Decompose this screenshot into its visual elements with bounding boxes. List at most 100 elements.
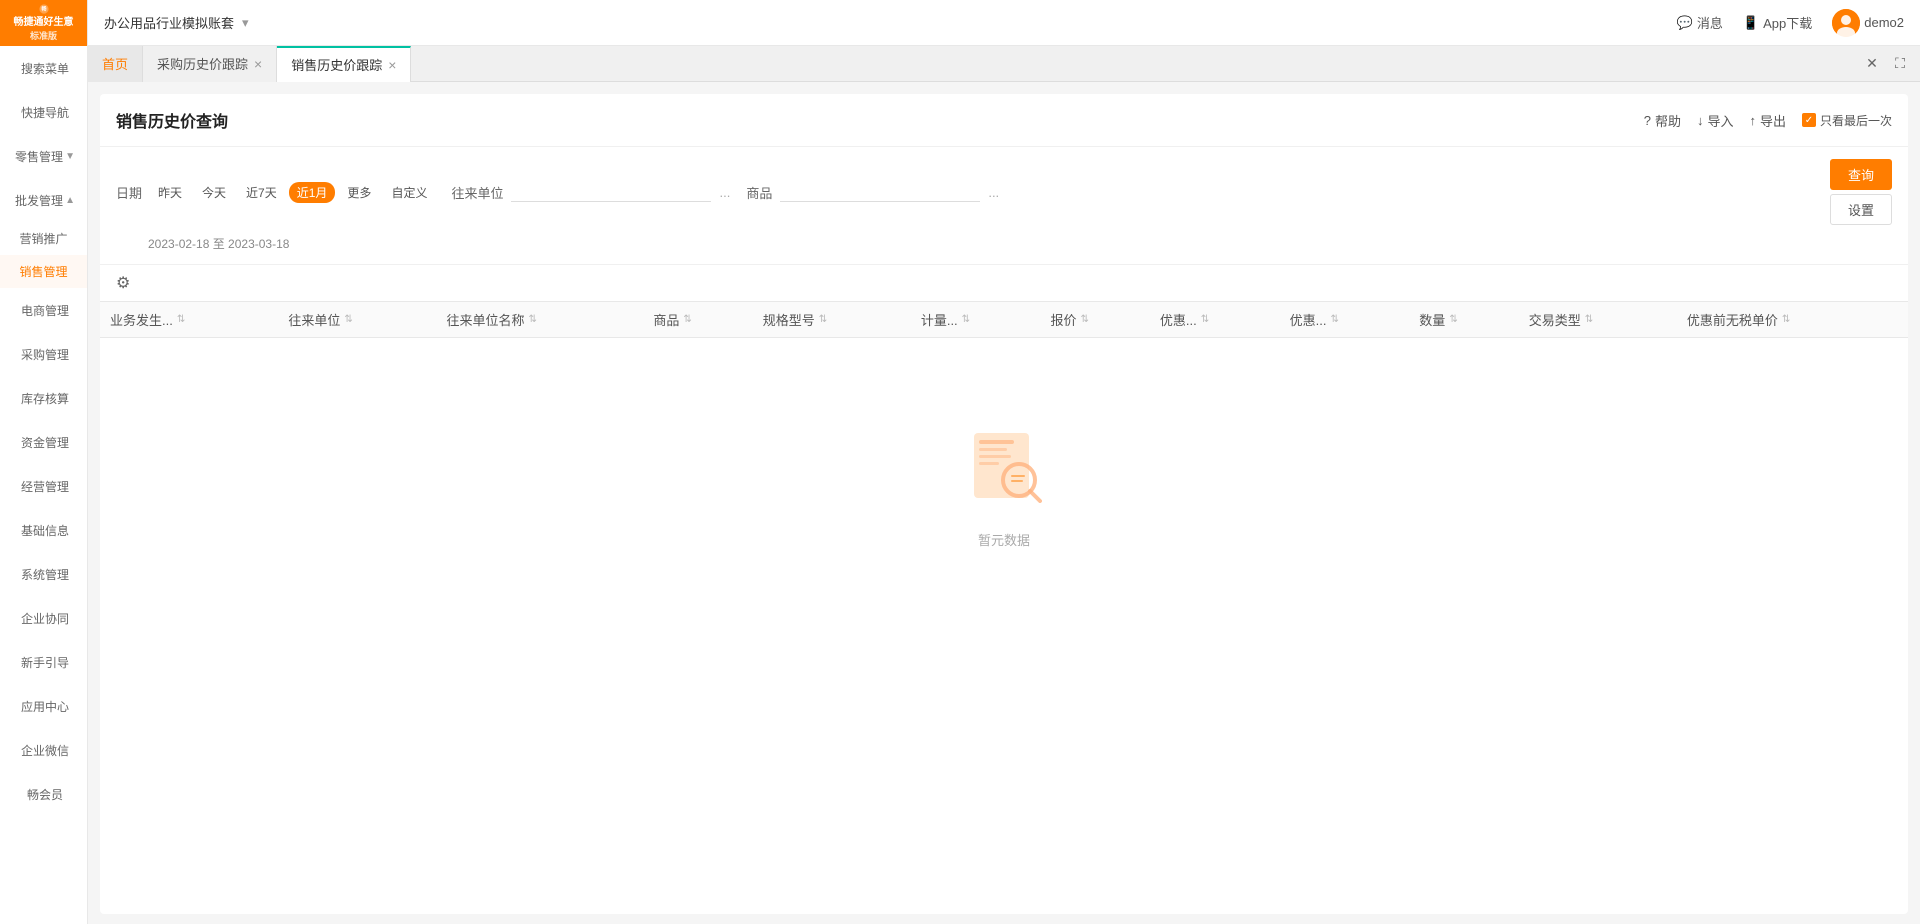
sidebar-item-app-center[interactable]: 应用中心 [0, 684, 87, 728]
sort-icon-discount2: ⇅ [1330, 314, 1338, 325]
avatar [1832, 9, 1860, 37]
app-download-action[interactable]: 📱 App下载 [1743, 13, 1812, 32]
app-name: 畅捷通好生意 [14, 16, 74, 29]
app-logo[interactable]: 畅 畅捷通好生意 标准版 [0, 0, 87, 46]
date-range-display: 2023-02-18 至 2023-03-18 [148, 235, 289, 252]
help-btn[interactable]: ? 帮助 [1644, 111, 1681, 130]
sort-icon-client: ⇅ [344, 314, 352, 325]
sidebar-item-newbie[interactable]: 新手引导 [0, 640, 87, 684]
checkbox-icon: ✓ [1802, 113, 1816, 127]
col-date[interactable]: 业务发生... ⇅ [100, 302, 278, 338]
client-filter-group: 往来单位 ... [451, 182, 730, 202]
table-area: ⚙ 业务发生... ⇅ [100, 265, 1908, 629]
chevron-down-icon: ▼ [65, 151, 75, 162]
sort-icon-pretax-price: ⇅ [1782, 314, 1790, 325]
sidebar-item-finance[interactable]: 资金管理 [0, 420, 87, 464]
svg-text:畅: 畅 [41, 6, 46, 13]
sidebar-item-wechat[interactable]: 企业微信 [0, 728, 87, 772]
sort-icon-quote: ⇅ [1081, 314, 1089, 325]
client-input[interactable] [511, 182, 711, 202]
page-header: 销售历史价查询 ? 帮助 ↓ 导入 ↑ 导出 ✓ [100, 94, 1908, 147]
sort-icon-date: ⇅ [177, 314, 185, 325]
close-tab-sales[interactable]: × [388, 58, 396, 72]
client-label: 往来单位 [451, 183, 503, 202]
col-client[interactable]: 往来单位 ⇅ [278, 302, 436, 338]
workspace-selector[interactable]: 办公用品行业模拟账套 ▾ [104, 13, 249, 32]
product-input[interactable] [780, 182, 980, 202]
tab-purchase[interactable]: 采购历史价跟踪 × [143, 46, 277, 82]
action-buttons: 查询 设置 [1830, 159, 1892, 225]
sidebar-item-basics[interactable]: 基础信息 [0, 508, 87, 552]
tab-home[interactable]: 首页 [88, 46, 143, 82]
filter-row-1: 日期 昨天 今天 近7天 近1月 更多 自定义 往来单位 .. [116, 159, 1892, 225]
col-unit[interactable]: 计量... ⇅ [911, 302, 1041, 338]
date-filter-group: 日期 昨天 今天 近7天 近1月 更多 自定义 [116, 182, 435, 203]
table-toolbar: ⚙ [100, 265, 1908, 301]
date-chip-more[interactable]: 更多 [339, 182, 379, 203]
column-settings-icon[interactable]: ⚙ [116, 273, 130, 293]
close-tab-purchase[interactable]: × [254, 57, 262, 71]
top-header: 办公用品行业模拟账套 ▾ 💬 消息 📱 App下载 demo2 [88, 0, 1920, 46]
content-area: 销售历史价查询 ? 帮助 ↓ 导入 ↑ 导出 ✓ [88, 82, 1920, 924]
sidebar: 畅 畅捷通好生意 标准版 搜索菜单 快捷导航 零售管理 ▼ 批发管理 ▲ 营销推… [0, 0, 88, 924]
chevron-up-icon: ▲ [65, 195, 75, 206]
client-dots[interactable]: ... [719, 185, 730, 200]
user-profile[interactable]: demo2 [1832, 9, 1904, 37]
workspace-dropdown-icon[interactable]: ▾ [242, 15, 249, 31]
sidebar-item-sales[interactable]: 销售管理 [0, 255, 87, 288]
col-spec[interactable]: 规格型号 ⇅ [753, 302, 911, 338]
product-dots[interactable]: ... [988, 185, 999, 200]
sidebar-item-purchase[interactable]: 采购管理 [0, 332, 87, 376]
query-button[interactable]: 查询 [1830, 159, 1892, 190]
sidebar-item-nav[interactable]: 快捷导航 [0, 90, 87, 134]
col-qty[interactable]: 数量 ⇅ [1409, 302, 1518, 338]
col-client-name[interactable]: 往来单位名称 ⇅ [437, 302, 644, 338]
date-chip-custom[interactable]: 自定义 [383, 182, 435, 203]
sidebar-item-marketing[interactable]: 营销推广 [0, 222, 87, 255]
only-last-checkbox[interactable]: ✓ 只看最后一次 [1802, 112, 1892, 129]
col-trade-type[interactable]: 交易类型 ⇅ [1519, 302, 1677, 338]
import-btn[interactable]: ↓ 导入 [1697, 111, 1734, 130]
table-header: 业务发生... ⇅ 往来单位 ⇅ [100, 302, 1908, 338]
sidebar-item-member[interactable]: 畅会员 [0, 772, 87, 816]
date-chips: 昨天 今天 近7天 近1月 更多 自定义 [150, 182, 435, 203]
tab-sales[interactable]: 销售历史价跟踪 × [277, 46, 411, 82]
sort-icon-client-name: ⇅ [529, 314, 537, 325]
product-label: 商品 [746, 183, 772, 202]
settings-button[interactable]: 设置 [1830, 194, 1892, 225]
tab-bar: 首页 采购历史价跟踪 × 销售历史价跟踪 × ✕ ⛶ [88, 46, 1920, 82]
sort-icon-trade-type: ⇅ [1585, 314, 1593, 325]
sidebar-item-operations[interactable]: 经营管理 [0, 464, 87, 508]
app-subtitle: 标准版 [30, 29, 57, 42]
sort-icon-unit: ⇅ [962, 314, 970, 325]
date-chip-1month[interactable]: 近1月 [289, 182, 336, 203]
page-title: 销售历史价查询 [116, 108, 228, 132]
filter-row-2: 2023-02-18 至 2023-03-18 [116, 235, 1892, 252]
export-btn[interactable]: ↑ 导出 [1749, 111, 1786, 130]
page-card: 销售历史价查询 ? 帮助 ↓ 导入 ↑ 导出 ✓ [100, 94, 1908, 914]
date-chip-yesterday[interactable]: 昨天 [150, 182, 190, 203]
close-all-tabs[interactable]: ✕ [1860, 52, 1884, 76]
sidebar-item-ecommerce[interactable]: 电商管理 [0, 288, 87, 332]
sort-icon-discount1: ⇅ [1201, 314, 1209, 325]
sidebar-item-wholesale[interactable]: 批发管理 ▲ [0, 178, 87, 222]
help-icon: ? [1644, 113, 1651, 128]
col-discount1[interactable]: 优惠... ⇅ [1150, 302, 1280, 338]
sidebar-item-system[interactable]: 系统管理 [0, 552, 87, 596]
sidebar-item-enterprise[interactable]: 企业协同 [0, 596, 87, 640]
col-discount2[interactable]: 优惠... ⇅ [1280, 302, 1410, 338]
message-action[interactable]: 💬 消息 [1677, 13, 1723, 32]
col-pretax-price[interactable]: 优惠前无税单价 ⇅ [1677, 302, 1908, 338]
header-actions: 💬 消息 📱 App下载 demo2 [1677, 9, 1904, 37]
date-chip-today[interactable]: 今天 [194, 182, 234, 203]
date-chip-7days[interactable]: 近7天 [238, 182, 285, 203]
import-icon: ↓ [1697, 113, 1704, 128]
sidebar-item-search[interactable]: 搜索菜单 [0, 46, 87, 90]
col-quote[interactable]: 报价 ⇅ [1041, 302, 1150, 338]
maximize-btn[interactable]: ⛶ [1888, 52, 1912, 76]
sidebar-item-inventory[interactable]: 库存核算 [0, 376, 87, 420]
col-product[interactable]: 商品 ⇅ [643, 302, 752, 338]
sidebar-item-retail[interactable]: 零售管理 ▼ [0, 134, 87, 178]
empty-state: 暂元数据 [100, 338, 1908, 629]
empty-icon [954, 418, 1054, 518]
